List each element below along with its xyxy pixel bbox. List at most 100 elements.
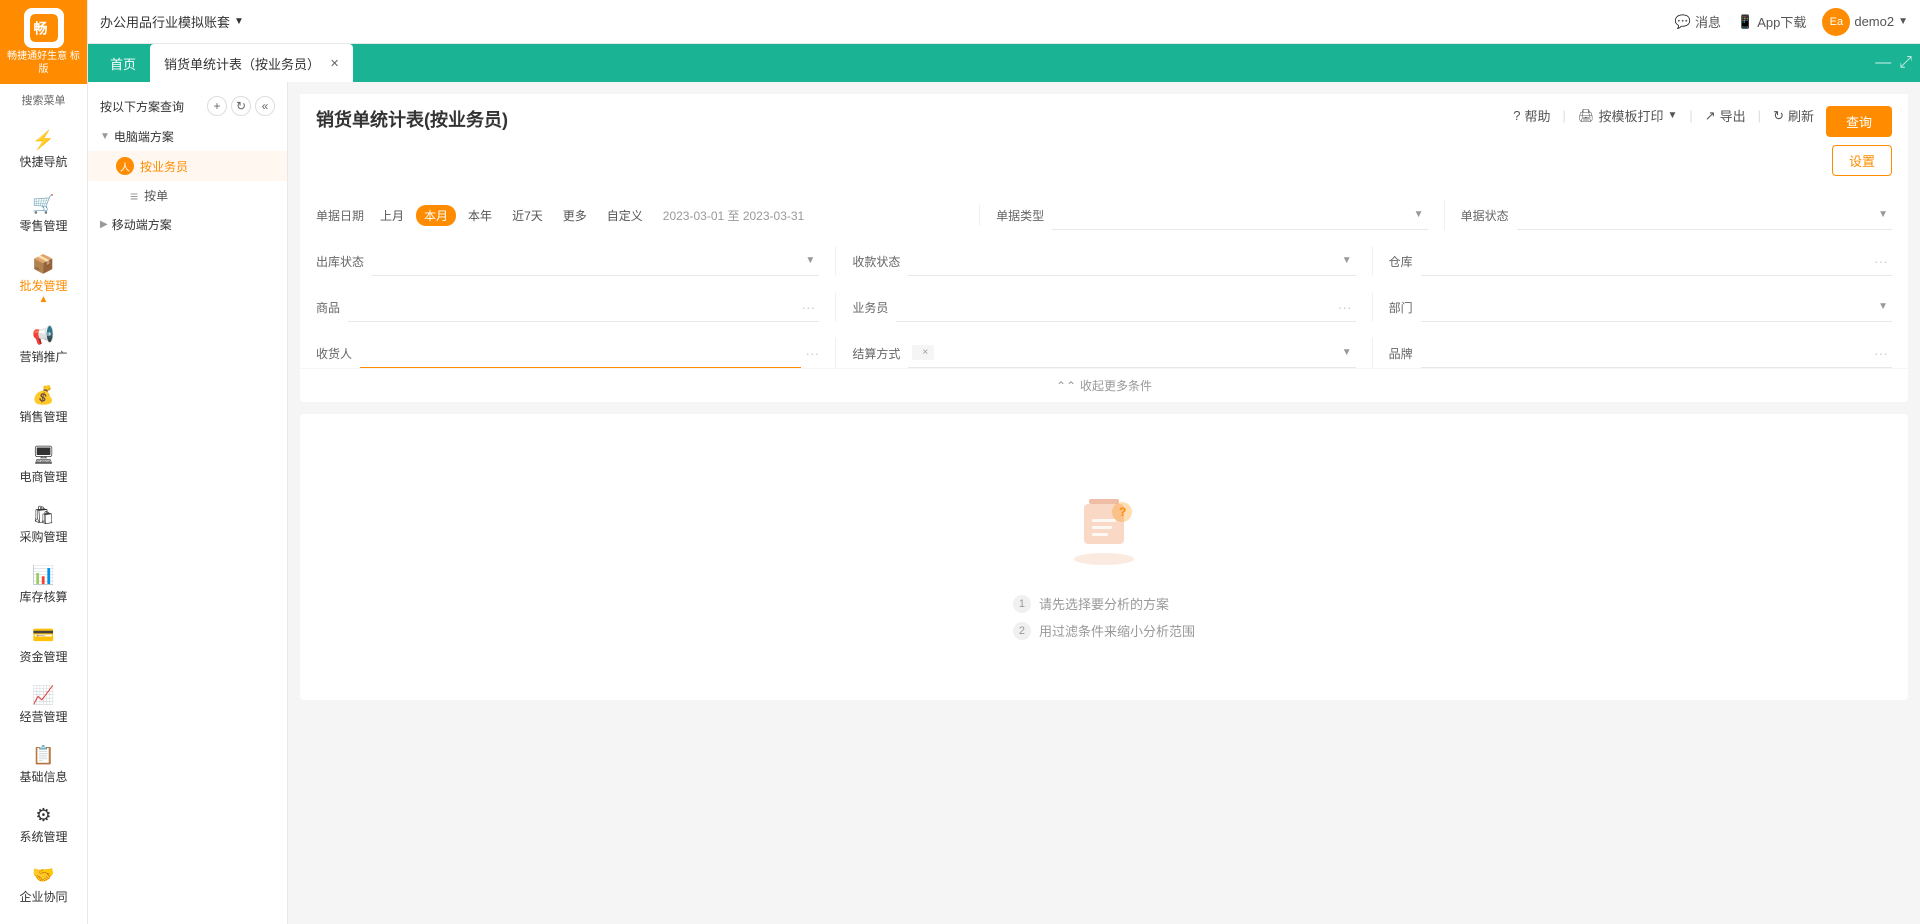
empty-steps: 1 请先选择要分析的方案 2 用过滤条件来缩小分析范围 (1013, 594, 1195, 640)
empty-illustration: ? (1054, 474, 1154, 574)
tab-expand-icon[interactable]: ⤢ (1899, 54, 1912, 72)
tab-home[interactable]: 首页 (96, 44, 150, 82)
basics-icon: 📋 (32, 745, 54, 766)
sidebar-item-wholesale[interactable]: 📦 批发管理 ▲ (0, 244, 87, 315)
app-download-btn[interactable]: 📱 App下载 (1737, 12, 1806, 31)
date-tabs: 上月 本月 本年 近7天 更多 自定义 (372, 205, 651, 226)
settings-button[interactable]: 设置 (1832, 145, 1892, 176)
sidebar-item-basics[interactable]: 📋 基础信息 (0, 735, 87, 795)
enterprise-icon: 🤝 (32, 865, 54, 886)
sidebar-item-sales[interactable]: 💰 销售管理 (0, 375, 87, 435)
desktop-group-header[interactable]: ▼ 电脑端方案 (88, 122, 287, 151)
search-menu[interactable]: 搜索菜单 (0, 84, 87, 116)
refresh-label: 刷新 (1788, 106, 1814, 125)
sidebar-item-purchase[interactable]: 🛍 采购管理 (0, 495, 87, 555)
warehouse-label: 仓库 (1389, 253, 1413, 270)
sidebar-item-operations[interactable]: 📈 经营管理 (0, 675, 87, 735)
order-scheme-label: 按单 (144, 187, 168, 204)
desktop-group: ▼ 电脑端方案 人 按业务员 ≡ 按单 (88, 122, 287, 210)
collapse-btn[interactable]: ⌃⌃ 收起更多条件 (1056, 377, 1152, 394)
message-btn[interactable]: 💬 消息 (1675, 12, 1721, 31)
brand-select[interactable]: ··· (1421, 338, 1892, 368)
purchase-icon: 🛍 (32, 505, 55, 526)
user-menu[interactable]: Ea demo2 ▼ (1822, 8, 1908, 36)
date-tab-last-month[interactable]: 上月 (372, 205, 412, 226)
doc-status-select[interactable]: ▼ (1517, 200, 1892, 230)
add-scheme-btn[interactable]: + (207, 96, 227, 116)
scheme-by-order[interactable]: ≡ 按单 (88, 181, 287, 210)
left-panel: 按以下方案查询 + ↻ « ▼ 电脑端方案 人 按业务员 ≡ 按 (88, 82, 288, 924)
empty-step-1: 1 请先选择要分析的方案 (1013, 594, 1195, 613)
refresh-btn[interactable]: ↻ 刷新 (1773, 106, 1814, 125)
scheme-by-salesperson[interactable]: 人 按业务员 (88, 151, 287, 181)
date-tab-more[interactable]: 更多 (555, 205, 595, 226)
system-label: 系统管理 (19, 828, 67, 845)
sidebar-item-inventory[interactable]: 📊 库存核算 (0, 555, 87, 615)
message-icon: 💬 (1675, 14, 1691, 30)
sales-icon: 💰 (32, 385, 54, 406)
sidebar-item-enterprise[interactable]: 🤝 企业协同 (0, 855, 87, 915)
tab-minimize-icon[interactable]: — (1875, 54, 1891, 72)
topbar: 办公用品行业模拟账套 ▼ 💬 消息 📱 App下载 Ea demo2 ▼ (88, 0, 1920, 44)
mobile-group: ▶ 移动端方案 (88, 210, 287, 239)
marketing-label: 营销推广 (19, 348, 67, 365)
help-icon: ? (1513, 108, 1520, 123)
warehouse-select[interactable]: ··· (1421, 246, 1892, 276)
date-tab-this-month[interactable]: 本月 (416, 205, 456, 226)
goods-dots-icon[interactable]: ··· (801, 299, 815, 315)
tab-close-icon[interactable]: ✕ (330, 57, 339, 70)
filter-doc-status: 单据状态 ▼ (1461, 200, 1892, 230)
salesperson-scheme-icon: 人 (116, 157, 134, 175)
salesperson-dots-icon[interactable]: ··· (1338, 299, 1352, 315)
consignee-input[interactable] (360, 338, 801, 368)
payment-tag-close-icon[interactable]: × (922, 347, 928, 358)
date-tab-7days[interactable]: 近7天 (504, 205, 551, 226)
app-download-label: App下载 (1757, 12, 1806, 31)
mobile-group-header[interactable]: ▶ 移动端方案 (88, 210, 287, 239)
refresh-icon: ↻ (1773, 108, 1784, 124)
payment-label: 结算方式 (852, 345, 900, 362)
payment-select[interactable]: × ▼ (908, 338, 1355, 368)
app-logo[interactable]: 畅 畅捷通好生意 标版 (0, 0, 87, 84)
sidebar-item-system[interactable]: ⚙ 系统管理 (0, 795, 87, 855)
filter-payment: 结算方式 × ▼ (852, 338, 1372, 368)
sidebar-item-ecommerce[interactable]: 🖥 电商管理 (0, 435, 87, 495)
sidebar-item-marketing[interactable]: 📢 营销推广 (0, 315, 87, 375)
department-select[interactable]: ▼ (1421, 292, 1892, 322)
company-name: 办公用品行业模拟账套 (100, 12, 230, 31)
filter-row-3: 商品 ··· 业务员 ··· 部门 (316, 292, 1892, 322)
page-title: 销货单统计表(按业务员) (316, 106, 508, 132)
collect-status-select[interactable]: ▼ (908, 246, 1355, 276)
brand-dots-icon[interactable]: ··· (1874, 345, 1888, 361)
sidebar-item-retail[interactable]: 🛒 零售管理 (0, 184, 87, 244)
refresh-scheme-btn[interactable]: ↻ (231, 96, 251, 116)
print-btn[interactable]: 🖨 按模板打印 ▼ (1578, 106, 1677, 125)
sidebar-item-finance[interactable]: 💳 资金管理 (0, 615, 87, 675)
date-tab-this-year[interactable]: 本年 (460, 205, 500, 226)
department-arrow-icon: ▼ (1878, 301, 1888, 312)
date-tab-custom[interactable]: 自定义 (599, 205, 651, 226)
top-area: 销货单统计表(按业务员) ? 帮助 | 🖨 按模板打印 ▼ (300, 94, 1908, 402)
svg-text:畅: 畅 (33, 20, 47, 36)
sidebar-item-quick-nav[interactable]: ⚡ 快捷导航 (0, 120, 87, 180)
date-label: 单据日期 (316, 207, 364, 224)
collapse-panel-btn[interactable]: « (255, 96, 275, 116)
step-2-num: 2 (1013, 622, 1031, 640)
salesperson-select[interactable]: ··· (896, 292, 1355, 322)
doc-type-select[interactable]: ▼ (1052, 200, 1427, 230)
goods-select[interactable]: ··· (348, 292, 819, 322)
consignee-dots-icon[interactable]: ··· (805, 345, 819, 361)
query-button[interactable]: 查询 (1826, 106, 1892, 137)
marketing-icon: 📢 (32, 325, 54, 346)
out-status-select[interactable]: ▼ (372, 246, 819, 276)
out-status-label: 出库状态 (316, 253, 364, 270)
sidebar-item-newbie[interactable]: 🎯 新手引导 (0, 915, 87, 924)
warehouse-dots-icon[interactable]: ··· (1874, 253, 1888, 269)
page-title-bar: 销货单统计表(按业务员) ? 帮助 | 🖨 按模板打印 ▼ (300, 94, 1908, 184)
desktop-group-arrow-icon: ▼ (100, 131, 110, 142)
help-btn[interactable]: ? 帮助 (1513, 106, 1550, 125)
tab-sales-stat[interactable]: 销货单统计表（按业务员） ✕ (150, 44, 353, 82)
company-selector[interactable]: 办公用品行业模拟账套 ▼ (100, 12, 244, 31)
export-btn[interactable]: ↗ 导出 (1705, 106, 1746, 125)
purchase-label: 采购管理 (19, 528, 67, 545)
